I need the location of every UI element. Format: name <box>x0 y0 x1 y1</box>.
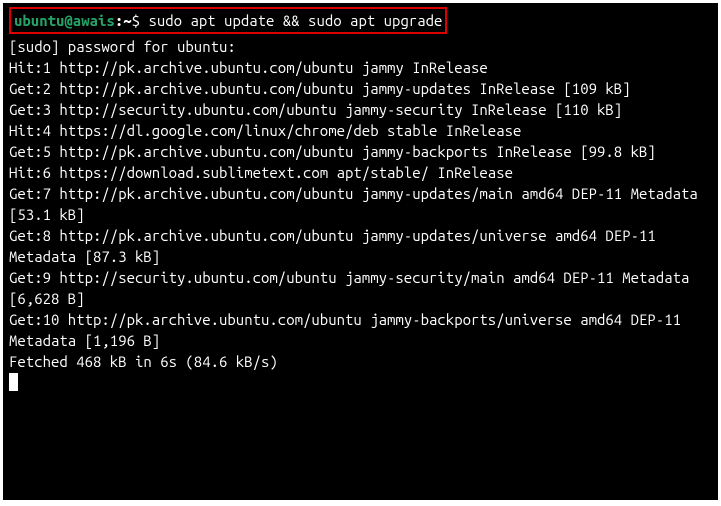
command-text: sudo apt update && sudo apt upgrade <box>148 12 442 29</box>
output-line: Hit:1 http://pk.archive.ubuntu.com/ubunt… <box>9 57 712 78</box>
cursor-line[interactable] <box>9 372 712 393</box>
output-line: Get:2 http://pk.archive.ubuntu.com/ubunt… <box>9 78 712 99</box>
prompt-colon: : <box>115 12 123 29</box>
output-line: Get:7 http://pk.archive.ubuntu.com/ubunt… <box>9 183 712 225</box>
output-line: Hit:6 https://download.sublimetext.com a… <box>9 162 712 183</box>
output-line: Hit:4 https://dl.google.com/linux/chrome… <box>9 120 712 141</box>
output-line: Get:9 http://security.ubuntu.com/ubuntu … <box>9 267 712 309</box>
output-line: [sudo] password for ubuntu: <box>9 36 712 57</box>
output-line: Get:10 http://pk.archive.ubuntu.com/ubun… <box>9 309 712 351</box>
output-line: Fetched 468 kB in 6s (84.6 kB/s) <box>9 351 712 372</box>
prompt-dollar: $ <box>132 12 149 29</box>
prompt-user-host: ubuntu@awais <box>14 12 115 29</box>
prompt-cwd: ~ <box>123 12 131 29</box>
output-line: Get:5 http://pk.archive.ubuntu.com/ubunt… <box>9 141 712 162</box>
output-line: Get:3 http://security.ubuntu.com/ubuntu … <box>9 99 712 120</box>
terminal-window[interactable]: ubuntu@awais:~$ sudo apt update && sudo … <box>3 3 718 500</box>
cursor-icon <box>9 373 18 391</box>
output-line: Get:8 http://pk.archive.ubuntu.com/ubunt… <box>9 225 712 267</box>
command-prompt-highlighted: ubuntu@awais:~$ sudo apt update && sudo … <box>9 7 447 34</box>
